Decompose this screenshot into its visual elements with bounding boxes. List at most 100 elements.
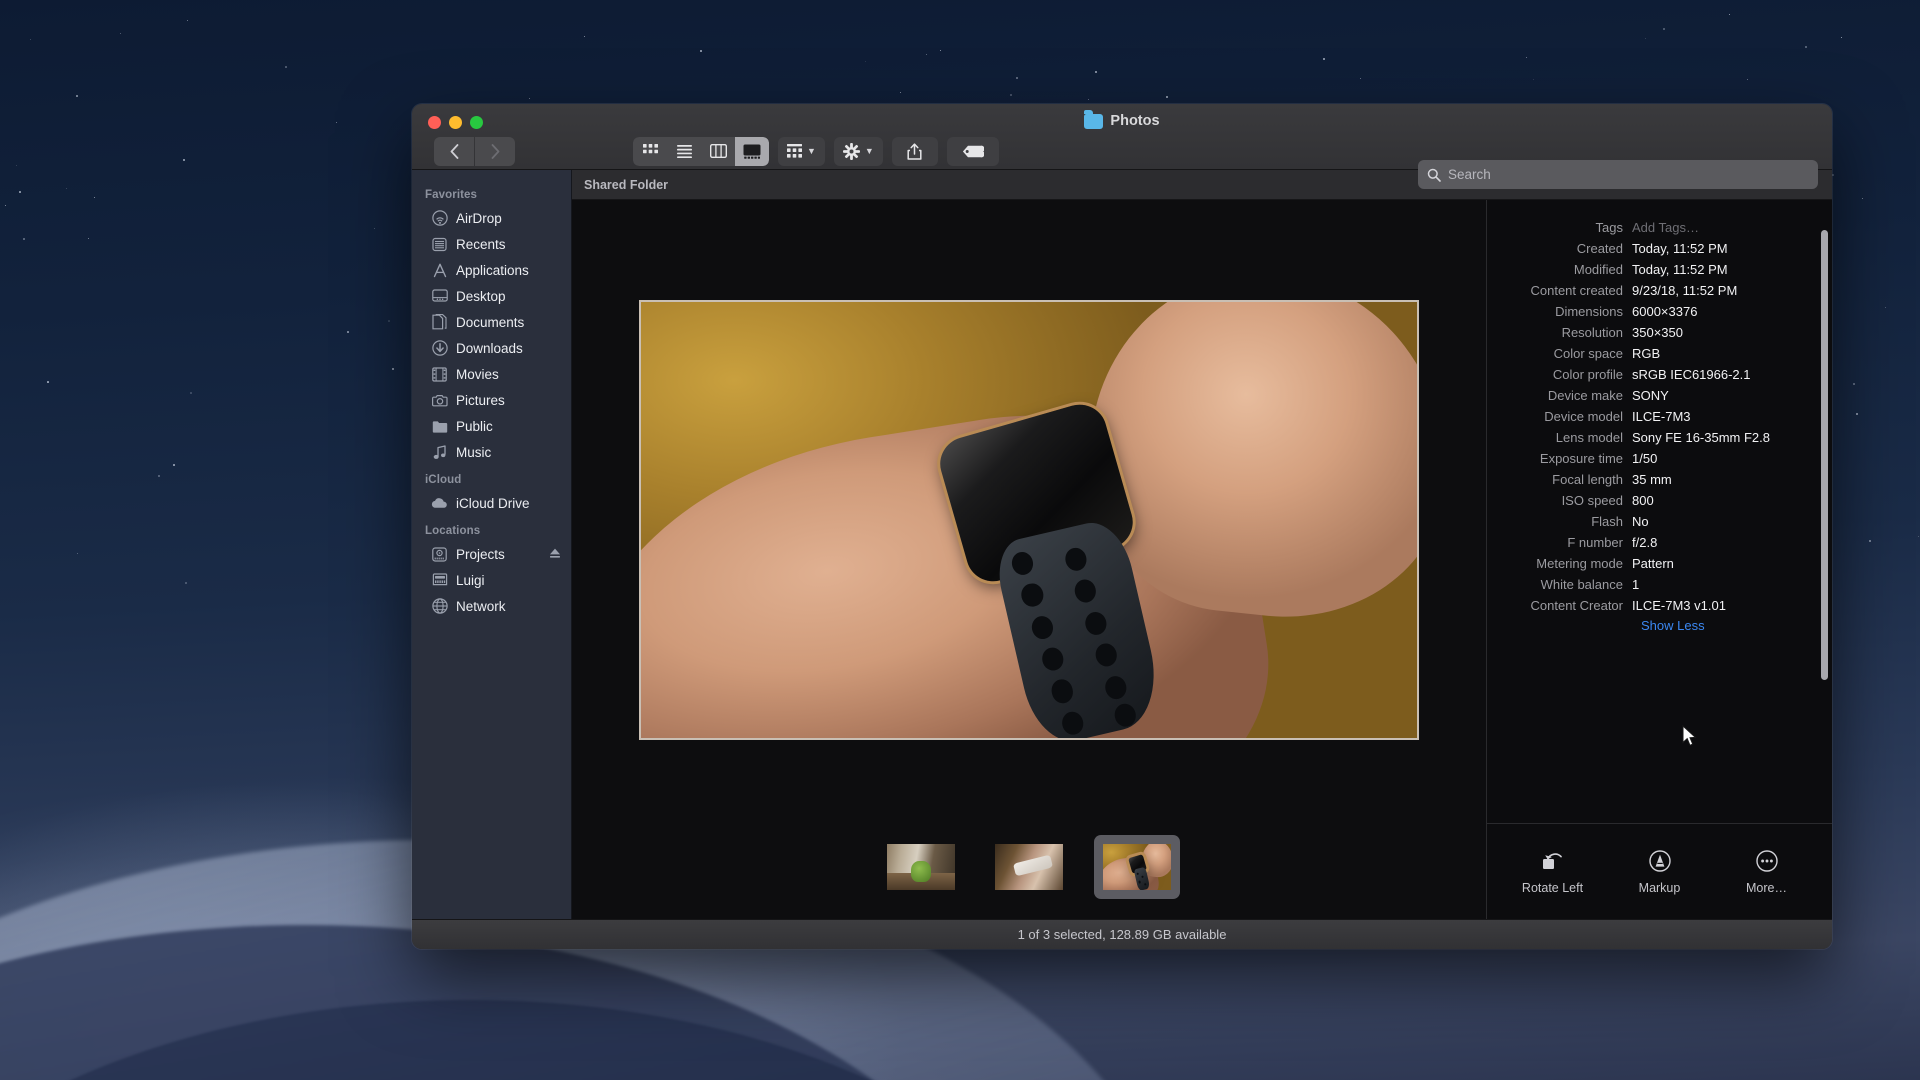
sidebar-item-public[interactable]: Public <box>412 413 571 439</box>
hard-drive-icon <box>431 546 448 563</box>
sidebar-item-icloud-drive[interactable]: iCloud Drive <box>412 490 571 516</box>
metadata-key: Created <box>1497 239 1632 258</box>
metadata-row-color-space: Color space RGB <box>1497 344 1810 363</box>
forward-button[interactable] <box>475 137 515 166</box>
show-less-link[interactable]: Show Less <box>1497 618 1810 633</box>
sidebar-item-label: Public <box>456 419 493 434</box>
preview-wrapper <box>572 224 1486 815</box>
thumbnail-strip[interactable] <box>878 815 1180 919</box>
sidebar-item-label: Pictures <box>456 393 505 408</box>
group-by-button[interactable]: ▼ <box>778 137 825 166</box>
sidebar[interactable]: Favorites AirDrop Recents Applications D… <box>412 170 572 919</box>
metadata-row-device-model: Device model ILCE-7M3 <box>1497 407 1810 426</box>
sidebar-item-label: AirDrop <box>456 211 502 226</box>
action-gear-button[interactable]: ▼ <box>834 137 883 166</box>
metadata-key: Color profile <box>1497 365 1632 384</box>
sidebar-item-movies[interactable]: Movies <box>412 361 571 387</box>
folder-icon <box>431 418 448 435</box>
sidebar-item-applications[interactable]: Applications <box>412 257 571 283</box>
eject-icon[interactable] <box>549 547 561 562</box>
info-panel-scrollbar[interactable] <box>1821 230 1828 680</box>
metadata-value: 1/50 <box>1632 449 1810 468</box>
pictures-camera-icon <box>431 392 448 409</box>
airdrop-icon <box>431 210 448 227</box>
main-area: Shared Folder Tags Add Tags… Created Tod… <box>572 170 1832 919</box>
sidebar-item-label: Recents <box>456 237 506 252</box>
sidebar-item-airdrop[interactable]: AirDrop <box>412 205 571 231</box>
column-view-button[interactable] <box>701 137 735 166</box>
sidebar-item-documents[interactable]: Documents <box>412 309 571 335</box>
search-input[interactable]: Search <box>1418 160 1818 189</box>
sidebar-item-desktop[interactable]: Desktop <box>412 283 571 309</box>
content-area: Tags Add Tags… Created Today, 11:52 PM M… <box>572 200 1832 919</box>
more-ellipsis-icon <box>1756 849 1778 873</box>
nav-buttons <box>434 137 515 166</box>
metadata-key: ISO speed <box>1497 491 1632 510</box>
sidebar-item-network[interactable]: Network <box>412 593 571 619</box>
metadata-key: Lens model <box>1497 428 1632 447</box>
gallery-view-button[interactable] <box>735 137 769 166</box>
metadata-value: 35 mm <box>1632 470 1810 489</box>
thumbnail-2[interactable] <box>986 835 1072 899</box>
tag-button[interactable] <box>947 137 999 166</box>
rotate-left-button[interactable]: Rotate Left <box>1505 849 1601 895</box>
metadata-row-lens-model: Lens model Sony FE 16-35mm F2.8 <box>1497 428 1810 447</box>
add-tags-field[interactable]: Add Tags… <box>1632 218 1810 237</box>
minimize-button[interactable] <box>449 116 462 129</box>
sidebar-item-pictures[interactable]: Pictures <box>412 387 571 413</box>
window-title-text: Photos <box>1110 113 1159 129</box>
metadata-key: Modified <box>1497 260 1632 279</box>
desktop: Photos ▼ ▼ Search Favorites AirDrop Rece… <box>0 0 1920 1080</box>
zoom-button[interactable] <box>470 116 483 129</box>
metadata-row-dimensions: Dimensions 6000×3376 <box>1497 302 1810 321</box>
search-placeholder: Search <box>1448 167 1491 182</box>
metadata-value: RGB <box>1632 344 1810 363</box>
metadata-value: f/2.8 <box>1632 533 1810 552</box>
metadata-key: Device model <box>1497 407 1632 426</box>
markup-button[interactable]: Markup <box>1612 849 1708 895</box>
metadata-value: ILCE-7M3 <box>1632 407 1810 426</box>
metadata-row-metering-mode: Metering mode Pattern <box>1497 554 1810 573</box>
back-button[interactable] <box>434 137 474 166</box>
metadata-row-exposure-time: Exposure time 1/50 <box>1497 449 1810 468</box>
metadata-row-device-make: Device make SONY <box>1497 386 1810 405</box>
sidebar-item-downloads[interactable]: Downloads <box>412 335 571 361</box>
preview-image[interactable] <box>639 300 1419 740</box>
sidebar-item-label: Luigi <box>456 573 485 588</box>
icon-view-button[interactable] <box>633 137 667 166</box>
metadata-row-content-created: Content created 9/23/18, 11:52 PM <box>1497 281 1810 300</box>
rotate-left-icon <box>1541 849 1565 873</box>
finder-window: Photos ▼ ▼ Search Favorites AirDrop Rece… <box>412 104 1832 949</box>
applications-icon <box>431 262 448 279</box>
metadata-row-color-profile: Color profile sRGB IEC61966-2.1 <box>1497 365 1810 384</box>
thumbnail-1[interactable] <box>878 835 964 899</box>
close-button[interactable] <box>428 116 441 129</box>
sidebar-item-projects[interactable]: Projects <box>412 541 571 567</box>
metadata-key: Dimensions <box>1497 302 1632 321</box>
window-title: Photos <box>412 113 1832 129</box>
gallery-view <box>572 200 1486 919</box>
metadata-key: Flash <box>1497 512 1632 531</box>
grid-small-icon <box>787 144 802 158</box>
metadata-value: Today, 11:52 PM <box>1632 260 1810 279</box>
preview-photo-watch <box>641 302 1417 738</box>
window-titlebar: Photos ▼ ▼ Search <box>412 104 1832 170</box>
sidebar-item-luigi[interactable]: Luigi <box>412 567 571 593</box>
info-panel: Tags Add Tags… Created Today, 11:52 PM M… <box>1486 200 1832 919</box>
sidebar-item-recents[interactable]: Recents <box>412 231 571 257</box>
metadata-row-flash: Flash No <box>1497 512 1810 531</box>
metadata-key: Exposure time <box>1497 449 1632 468</box>
metadata-row-content-creator: Content Creator ILCE-7M3 v1.01 <box>1497 596 1810 615</box>
metadata-row-iso-speed: ISO speed 800 <box>1497 491 1810 510</box>
list-view-button[interactable] <box>667 137 701 166</box>
quick-actions: Rotate Left Markup More… <box>1487 823 1832 919</box>
sidebar-item-label: Desktop <box>456 289 506 304</box>
sidebar-item-music[interactable]: Music <box>412 439 571 465</box>
share-button[interactable] <box>892 137 938 166</box>
sidebar-header-icloud: iCloud <box>412 465 571 490</box>
sidebar-item-label: iCloud Drive <box>456 496 530 511</box>
chevron-down-icon: ▼ <box>807 146 816 156</box>
more-button[interactable]: More… <box>1719 849 1815 895</box>
thumbnail-3[interactable] <box>1094 835 1180 899</box>
tag-icon <box>962 145 984 158</box>
